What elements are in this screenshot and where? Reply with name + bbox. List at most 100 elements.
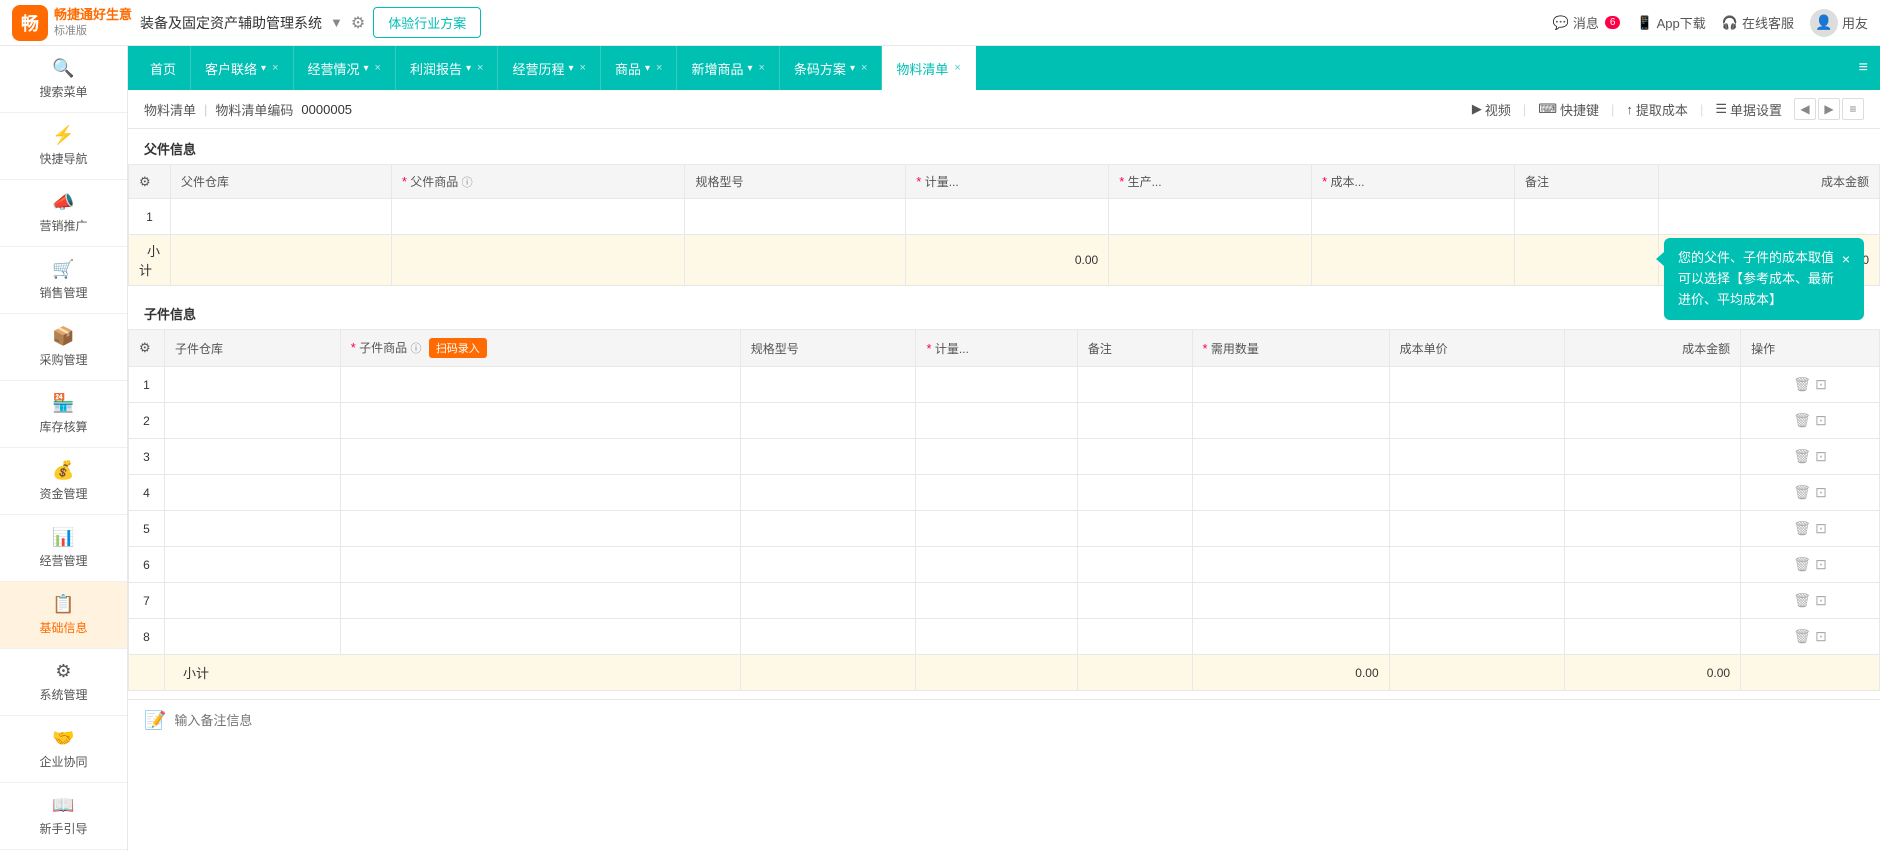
delete-icon[interactable]: 🗑 bbox=[1793, 412, 1811, 429]
cell-child-spec[interactable] bbox=[740, 475, 916, 511]
cell-child-qty[interactable] bbox=[1192, 583, 1389, 619]
cell-child-qty[interactable] bbox=[1192, 475, 1389, 511]
sidebar-item-system[interactable]: ⚙ 系统管理 bbox=[0, 649, 127, 716]
cell-child-goods[interactable] bbox=[340, 367, 740, 403]
cell-child-price[interactable] bbox=[1389, 619, 1565, 655]
prev-arrow[interactable]: ◀ bbox=[1794, 98, 1816, 120]
sidebar-item-marketing[interactable]: 📣 营销推广 bbox=[0, 180, 127, 247]
cell-child-goods[interactable] bbox=[340, 403, 740, 439]
sidebar-item-sales[interactable]: 🛒 销售管理 bbox=[0, 247, 127, 314]
app-download-button[interactable]: 📱 App下载 bbox=[1636, 13, 1705, 32]
extract-cost-button[interactable]: ↑ 提取成本 bbox=[1626, 100, 1688, 119]
cell-child-unit[interactable] bbox=[916, 403, 1077, 439]
cell-child-qty[interactable] bbox=[1192, 439, 1389, 475]
sidebar-item-enterprise[interactable]: 🤝 企业协同 bbox=[0, 716, 127, 783]
cell-child-price[interactable] bbox=[1389, 439, 1565, 475]
tab-barcode[interactable]: 条码方案 ▾ × bbox=[780, 46, 882, 90]
sidebar-item-operations[interactable]: 📊 经营管理 bbox=[0, 515, 127, 582]
tab-home[interactable]: 首页 bbox=[136, 46, 191, 90]
menu-icon[interactable]: ≡ bbox=[1842, 98, 1864, 120]
delete-icon[interactable]: 🗑 bbox=[1793, 520, 1811, 537]
cell-child-warehouse[interactable] bbox=[165, 439, 341, 475]
cell-parent-unit[interactable] bbox=[906, 199, 1109, 235]
cell-child-warehouse[interactable] bbox=[165, 511, 341, 547]
sidebar-item-purchase[interactable]: 📦 采购管理 bbox=[0, 314, 127, 381]
cell-parent-goods[interactable] bbox=[391, 199, 685, 235]
cell-child-note[interactable] bbox=[1077, 367, 1192, 403]
cell-parent-production[interactable] bbox=[1109, 199, 1312, 235]
cell-child-unit[interactable] bbox=[916, 475, 1077, 511]
cell-child-price[interactable] bbox=[1389, 475, 1565, 511]
tab-new-goods[interactable]: 新增商品 ▾ × bbox=[677, 46, 779, 90]
delete-icon[interactable]: 🗑 bbox=[1793, 556, 1811, 573]
tab-customer[interactable]: 客户联络 ▾ × bbox=[191, 46, 293, 90]
cell-parent-spec[interactable] bbox=[685, 199, 906, 235]
next-arrow[interactable]: ▶ bbox=[1818, 98, 1840, 120]
cell-child-warehouse[interactable] bbox=[165, 403, 341, 439]
close-icon[interactable]: × bbox=[272, 62, 278, 74]
cell-child-spec[interactable] bbox=[740, 619, 916, 655]
close-icon[interactable]: × bbox=[758, 62, 764, 74]
cell-child-note[interactable] bbox=[1077, 475, 1192, 511]
cell-child-unit[interactable] bbox=[916, 547, 1077, 583]
sidebar-item-search[interactable]: 🔍 搜索菜单 bbox=[0, 46, 127, 113]
cell-child-goods[interactable] bbox=[340, 619, 740, 655]
cell-child-qty[interactable] bbox=[1192, 367, 1389, 403]
note-input[interactable] bbox=[174, 713, 1864, 728]
cell-child-goods[interactable] bbox=[340, 475, 740, 511]
cell-child-note[interactable] bbox=[1077, 439, 1192, 475]
single-settings-button[interactable]: ☰ 单据设置 bbox=[1715, 100, 1782, 119]
cell-child-price[interactable] bbox=[1389, 367, 1565, 403]
close-icon[interactable]: × bbox=[375, 62, 381, 74]
cell-child-goods[interactable] bbox=[340, 439, 740, 475]
close-icon[interactable]: × bbox=[477, 62, 483, 74]
sidebar-item-quick-nav[interactable]: ⚡ 快捷导航 bbox=[0, 113, 127, 180]
online-service-button[interactable]: 🎧 在线客服 bbox=[1722, 13, 1794, 32]
cell-child-warehouse[interactable] bbox=[165, 583, 341, 619]
cell-parent-warehouse[interactable] bbox=[171, 199, 392, 235]
cell-child-spec[interactable] bbox=[740, 547, 916, 583]
cell-child-spec[interactable] bbox=[740, 439, 916, 475]
cell-child-price[interactable] bbox=[1389, 547, 1565, 583]
sidebar-item-guide[interactable]: 📖 新手引导 bbox=[0, 783, 127, 850]
cell-child-price[interactable] bbox=[1389, 583, 1565, 619]
cell-child-warehouse[interactable] bbox=[165, 619, 341, 655]
delete-icon[interactable]: 🗑 bbox=[1793, 448, 1811, 465]
cell-child-note[interactable] bbox=[1077, 403, 1192, 439]
settings-icon[interactable]: ⚙ bbox=[351, 13, 365, 33]
cell-child-note[interactable] bbox=[1077, 547, 1192, 583]
cell-child-warehouse[interactable] bbox=[165, 367, 341, 403]
cell-child-spec[interactable] bbox=[740, 583, 916, 619]
cell-child-warehouse[interactable] bbox=[165, 547, 341, 583]
trial-button[interactable]: 体验行业方案 bbox=[373, 7, 481, 38]
close-icon[interactable]: × bbox=[861, 62, 867, 74]
tab-profit[interactable]: 利润报告 ▾ × bbox=[396, 46, 498, 90]
copy-icon[interactable]: ⊡ bbox=[1815, 484, 1827, 501]
cell-child-price[interactable] bbox=[1389, 511, 1565, 547]
delete-icon[interactable]: 🗑 bbox=[1793, 628, 1811, 645]
video-button[interactable]: ▶ 视频 bbox=[1472, 100, 1511, 119]
close-icon[interactable]: × bbox=[580, 62, 586, 74]
cell-child-qty[interactable] bbox=[1192, 511, 1389, 547]
close-icon[interactable]: × bbox=[954, 62, 960, 74]
cell-parent-cost[interactable] bbox=[1312, 199, 1515, 235]
sidebar-item-basic-info[interactable]: 📋 基础信息 bbox=[0, 582, 127, 649]
cell-child-qty[interactable] bbox=[1192, 403, 1389, 439]
tab-operations[interactable]: 经营情况 ▾ × bbox=[294, 46, 396, 90]
tooltip-close-button[interactable]: × bbox=[1842, 248, 1850, 270]
cell-child-unit[interactable] bbox=[916, 511, 1077, 547]
cell-child-goods[interactable] bbox=[340, 511, 740, 547]
cell-child-warehouse[interactable] bbox=[165, 475, 341, 511]
copy-icon[interactable]: ⊡ bbox=[1815, 376, 1827, 393]
close-all-tabs-icon[interactable]: ≡ bbox=[1855, 55, 1872, 81]
cell-child-qty[interactable] bbox=[1192, 547, 1389, 583]
copy-icon[interactable]: ⊡ bbox=[1815, 628, 1827, 645]
cell-parent-note[interactable] bbox=[1515, 199, 1659, 235]
th-settings-child[interactable]: ⚙ bbox=[129, 330, 165, 367]
delete-icon[interactable]: 🗑 bbox=[1793, 484, 1811, 501]
cell-child-note[interactable] bbox=[1077, 619, 1192, 655]
cell-child-price[interactable] bbox=[1389, 403, 1565, 439]
copy-icon[interactable]: ⊡ bbox=[1815, 520, 1827, 537]
user-button[interactable]: 👤 用友 bbox=[1810, 9, 1868, 37]
close-icon[interactable]: × bbox=[656, 62, 662, 74]
